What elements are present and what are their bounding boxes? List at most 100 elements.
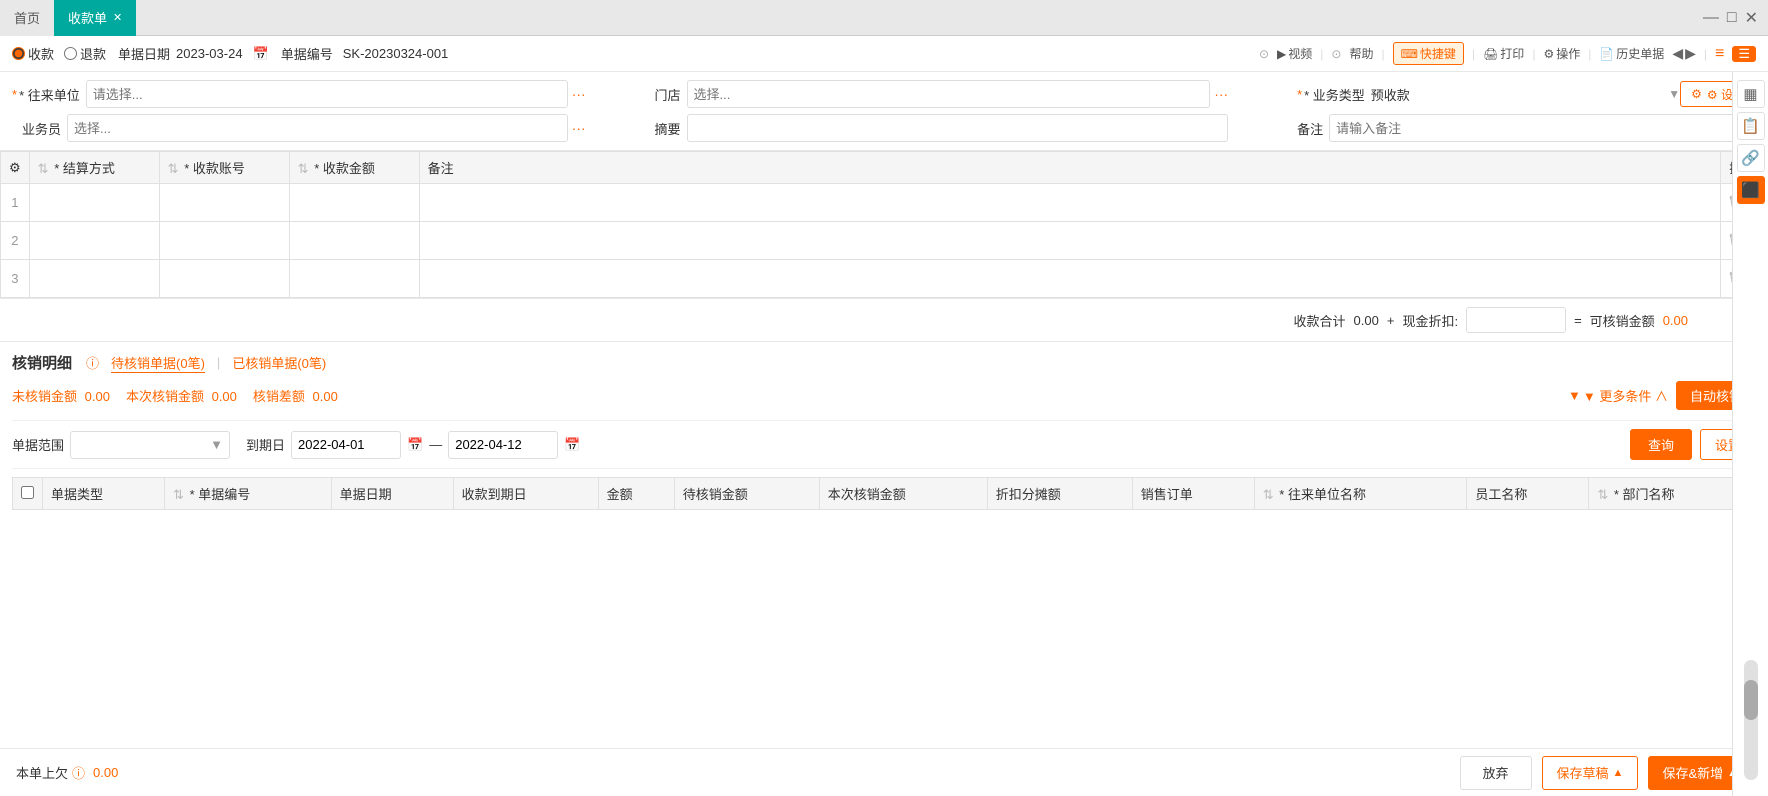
- print-btn[interactable]: 🖨 打印: [1483, 45, 1524, 62]
- tab-receipt[interactable]: 收款单 ✕: [54, 0, 136, 36]
- row1-settlement[interactable]: [29, 184, 159, 222]
- row2-settlement-input[interactable]: [30, 222, 159, 259]
- store-field: 门店 ···: [655, 80, 1229, 108]
- date-from-input[interactable]: [291, 431, 401, 459]
- row3-settlement-input[interactable]: [30, 260, 159, 297]
- footer-left: 本单上欠 ⓘ 0.00: [16, 763, 118, 782]
- range-label: 单据范围: [12, 435, 64, 454]
- row2-amount[interactable]: [289, 222, 419, 260]
- verified-tab[interactable]: 已核销单据(0笔): [232, 353, 326, 373]
- row2-settlement[interactable]: [29, 222, 159, 260]
- toolbar-circle-icon2: ⊙: [1331, 47, 1341, 61]
- draft-btn[interactable]: 保存草稿 ▲: [1542, 756, 1639, 790]
- cal-from-icon[interactable]: 📅: [407, 437, 423, 453]
- plus-sign: +: [1387, 313, 1395, 328]
- row3-remark-input[interactable]: [420, 260, 1721, 297]
- table-row: 3 🗑 ⧉: [1, 260, 1768, 298]
- row3-remark[interactable]: [419, 260, 1721, 298]
- verify-info-icon[interactable]: ⓘ: [86, 353, 99, 372]
- row2-amount-input[interactable]: [290, 222, 419, 259]
- pending-tab[interactable]: 待核销单据(0笔): [111, 353, 205, 373]
- row2-account[interactable]: [159, 222, 289, 260]
- store-more-icon[interactable]: ···: [1214, 86, 1228, 102]
- nav-left-icon[interactable]: ◀: [1672, 45, 1683, 62]
- receipt-table: ⚙ ⇅ * 结算方式 ⇅ * 收款账号 ⇅ * 收款金额: [0, 151, 1768, 298]
- counterpart-input[interactable]: [86, 80, 568, 108]
- summary-field: 摘要: [655, 114, 1229, 142]
- video-btn[interactable]: ▶ 视频: [1277, 45, 1312, 62]
- row3-num: 3: [1, 260, 30, 298]
- video-icon: ▶: [1277, 47, 1286, 61]
- cal-to-icon[interactable]: 📅: [564, 437, 580, 453]
- tab-home[interactable]: 首页: [0, 0, 54, 36]
- business-type-dropdown-icon[interactable]: ▼: [1668, 87, 1680, 101]
- row2-num: 2: [1, 222, 30, 260]
- up-down-info-icon[interactable]: ⓘ: [72, 763, 85, 782]
- scrollbar[interactable]: [1744, 660, 1758, 780]
- pending-header: 待核销金额: [674, 478, 819, 510]
- verify-title: 核销明细: [12, 352, 72, 373]
- row2-remark-input[interactable]: [420, 222, 1721, 259]
- orange-list-icon[interactable]: ☰: [1732, 46, 1756, 62]
- business-type-value: 预收款: [1371, 85, 1664, 104]
- row1-amount-input[interactable]: [290, 184, 419, 221]
- checkbox-header[interactable]: [13, 478, 43, 510]
- row1-settlement-input[interactable]: [30, 184, 159, 221]
- discount-input[interactable]: [1466, 307, 1566, 333]
- row3-amount-input[interactable]: [290, 260, 419, 297]
- sidebar-link-btn[interactable]: 🔗: [1737, 144, 1765, 172]
- sales-order-header: 销售订单: [1132, 478, 1254, 510]
- row1-amount[interactable]: [289, 184, 419, 222]
- row3-amount[interactable]: [289, 260, 419, 298]
- summary-input[interactable]: [687, 114, 1229, 142]
- form-section: * * 往来单位 ··· 门店 ··· * * 业务类型: [0, 72, 1768, 151]
- nav-right-icon[interactable]: ▶: [1685, 45, 1696, 62]
- row2-remark[interactable]: [419, 222, 1721, 260]
- row2-account-input[interactable]: [160, 222, 289, 259]
- row1-remark[interactable]: [419, 184, 1721, 222]
- date-to-input[interactable]: [448, 431, 558, 459]
- remark-input[interactable]: [1329, 114, 1756, 142]
- store-input[interactable]: [687, 80, 1211, 108]
- row1-account[interactable]: [159, 184, 289, 222]
- sort-icon-num: ⇅: [173, 487, 184, 502]
- up-down-value: 0.00: [93, 765, 118, 780]
- list-view-icon[interactable]: ≡: [1715, 45, 1724, 63]
- sidebar-table-btn[interactable]: ▦: [1737, 80, 1765, 108]
- shortcut-btn[interactable]: ⌨ 快捷键: [1393, 42, 1464, 65]
- close-window-icon[interactable]: ✕: [1745, 8, 1758, 28]
- refund-radio[interactable]: 退款: [64, 44, 106, 63]
- row3-account[interactable]: [159, 260, 289, 298]
- unverified-stat: 未核销金额 0.00: [12, 386, 110, 405]
- more-conditions-btn[interactable]: ▼ ▼ 更多条件 ∧: [1568, 386, 1668, 405]
- receipt-radio[interactable]: 收款: [12, 44, 54, 63]
- help-btn[interactable]: 帮助: [1349, 45, 1373, 62]
- history-btn[interactable]: 📄 历史单据: [1599, 45, 1664, 62]
- counterpart-more-icon[interactable]: ···: [572, 86, 586, 102]
- row1-account-input[interactable]: [160, 184, 289, 221]
- form-row-2: 业务员 ··· 摘要 备注: [12, 114, 1756, 142]
- sort-icon3: ⇅: [298, 161, 309, 176]
- receipt-table-section: ⚙ ⇅ * 结算方式 ⇅ * 收款账号 ⇅ * 收款金额: [0, 151, 1768, 299]
- row1-remark-input[interactable]: [420, 184, 1721, 221]
- due-date-header: 收款到期日: [453, 478, 598, 510]
- query-btn[interactable]: 查询: [1630, 429, 1692, 460]
- footer: 本单上欠 ⓘ 0.00 放弃 保存草稿 ▲ 保存&新增 ▲: [0, 748, 1768, 796]
- tab-close-icon[interactable]: ✕: [113, 11, 122, 24]
- operation-btn[interactable]: ⚙ 操作: [1543, 45, 1580, 62]
- range-select[interactable]: ▼: [70, 431, 230, 459]
- table-settings-header[interactable]: ⚙: [1, 152, 30, 184]
- counterpart-field: * * 往来单位 ···: [12, 80, 586, 108]
- row3-settlement[interactable]: [29, 260, 159, 298]
- discard-btn[interactable]: 放弃: [1460, 756, 1532, 790]
- minimize-icon[interactable]: —: [1703, 9, 1719, 27]
- row3-account-input[interactable]: [160, 260, 289, 297]
- staff-more-icon[interactable]: ···: [572, 120, 586, 136]
- staff-input[interactable]: [67, 114, 568, 142]
- sidebar-book-btn[interactable]: 📋: [1737, 112, 1765, 140]
- counterpart-header: ⇅ * 往来单位名称: [1254, 478, 1467, 510]
- calendar-icon[interactable]: 📅: [253, 46, 269, 62]
- select-all-checkbox[interactable]: [21, 486, 34, 499]
- maximize-icon[interactable]: □: [1727, 9, 1737, 27]
- sidebar-scan-btn[interactable]: ⬛: [1737, 176, 1765, 204]
